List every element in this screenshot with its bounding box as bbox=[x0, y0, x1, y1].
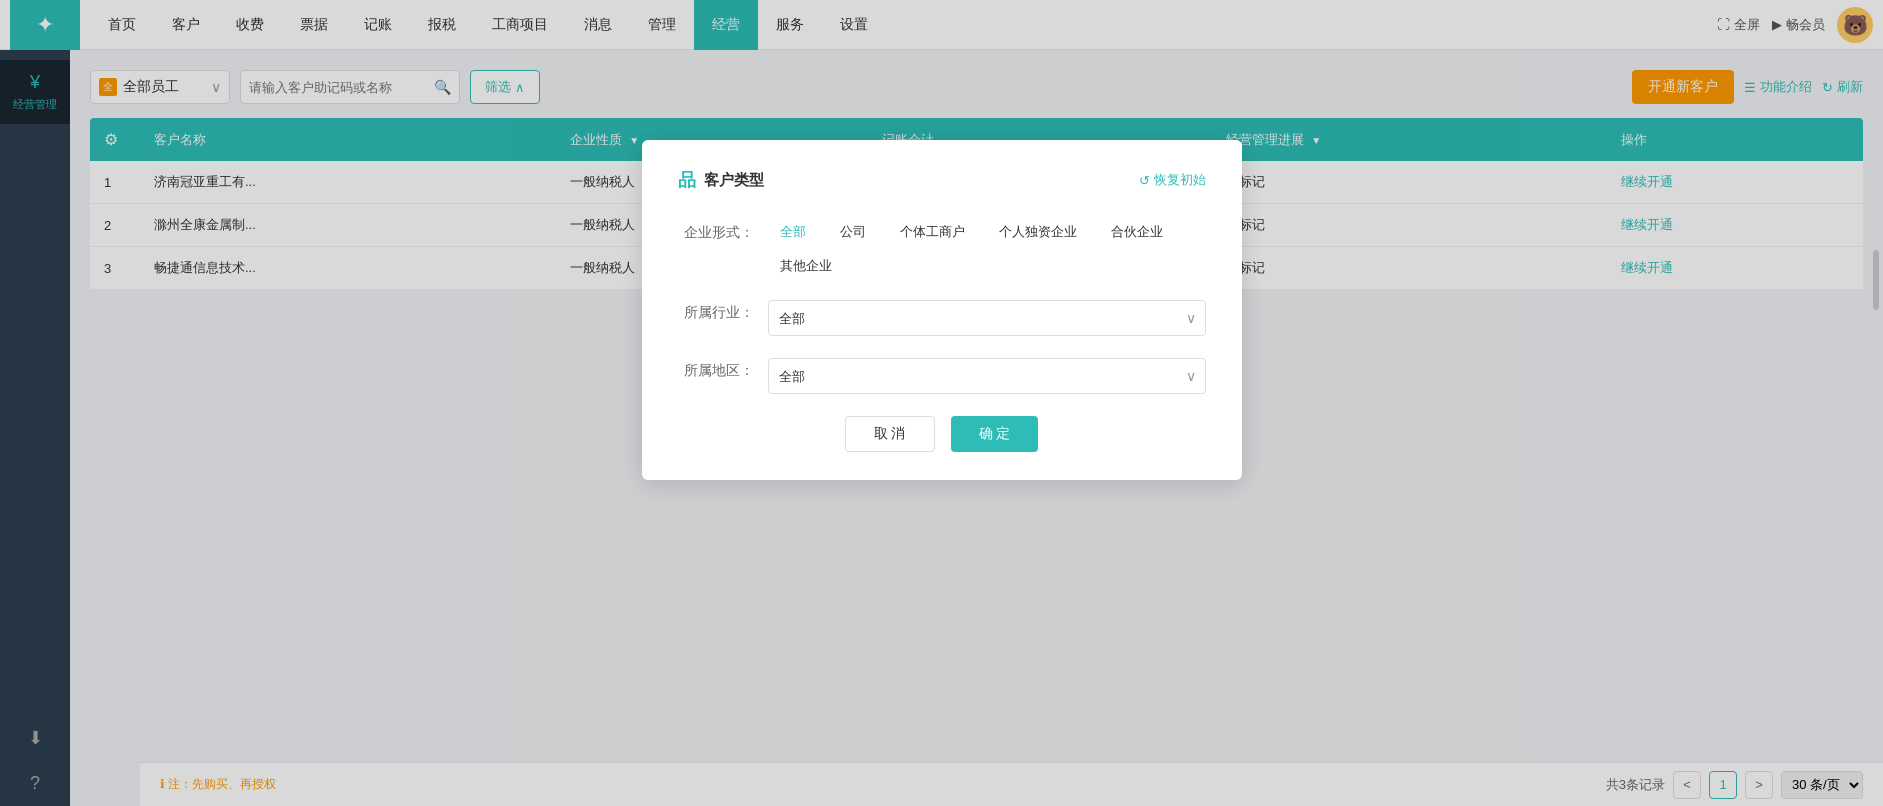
industry-label: 所属行业： bbox=[678, 300, 768, 322]
region-form-row: 所属地区： 全部 ∨ bbox=[678, 358, 1206, 394]
tag-other[interactable]: 其他企业 bbox=[768, 254, 844, 278]
modal-footer: 取 消 确 定 bbox=[678, 416, 1206, 452]
enterprise-form-label: 企业形式： bbox=[678, 220, 768, 242]
modal-title-icon: 品 bbox=[678, 168, 696, 192]
cancel-button[interactable]: 取 消 bbox=[845, 416, 935, 452]
tag-partnership[interactable]: 合伙企业 bbox=[1099, 220, 1175, 244]
region-select[interactable]: 全部 bbox=[768, 358, 1206, 394]
confirm-button[interactable]: 确 定 bbox=[951, 416, 1039, 452]
modal-header: 品 客户类型 ↺ 恢复初始 bbox=[678, 168, 1206, 192]
modal-restore-button[interactable]: ↺ 恢复初始 bbox=[1139, 171, 1206, 189]
industry-select-wrapper: 全部 ∨ bbox=[768, 300, 1206, 336]
modal-overlay[interactable]: 品 客户类型 ↺ 恢复初始 企业形式： 全部 公司 个体工商户 个人独资企业 合… bbox=[0, 0, 1883, 806]
tag-all[interactable]: 全部 bbox=[768, 220, 818, 244]
tag-company[interactable]: 公司 bbox=[828, 220, 878, 244]
enterprise-form-row: 企业形式： 全部 公司 个体工商户 个人独资企业 合伙企业 其他企业 bbox=[678, 220, 1206, 278]
tag-individual[interactable]: 个体工商户 bbox=[888, 220, 977, 244]
filter-modal: 品 客户类型 ↺ 恢复初始 企业形式： 全部 公司 个体工商户 个人独资企业 合… bbox=[642, 140, 1242, 480]
region-label: 所属地区： bbox=[678, 358, 768, 380]
enterprise-form-content: 全部 公司 个体工商户 个人独资企业 合伙企业 其他企业 bbox=[768, 220, 1206, 278]
industry-form-row: 所属行业： 全部 ∨ bbox=[678, 300, 1206, 336]
industry-content: 全部 ∨ bbox=[768, 300, 1206, 336]
enterprise-tag-list: 全部 公司 个体工商户 个人独资企业 合伙企业 其他企业 bbox=[768, 220, 1206, 278]
industry-select[interactable]: 全部 bbox=[768, 300, 1206, 336]
tag-sole-prop[interactable]: 个人独资企业 bbox=[987, 220, 1089, 244]
region-select-wrapper: 全部 ∨ bbox=[768, 358, 1206, 394]
restore-icon: ↺ bbox=[1139, 173, 1150, 188]
region-content: 全部 ∨ bbox=[768, 358, 1206, 394]
modal-title: 品 客户类型 bbox=[678, 168, 764, 192]
